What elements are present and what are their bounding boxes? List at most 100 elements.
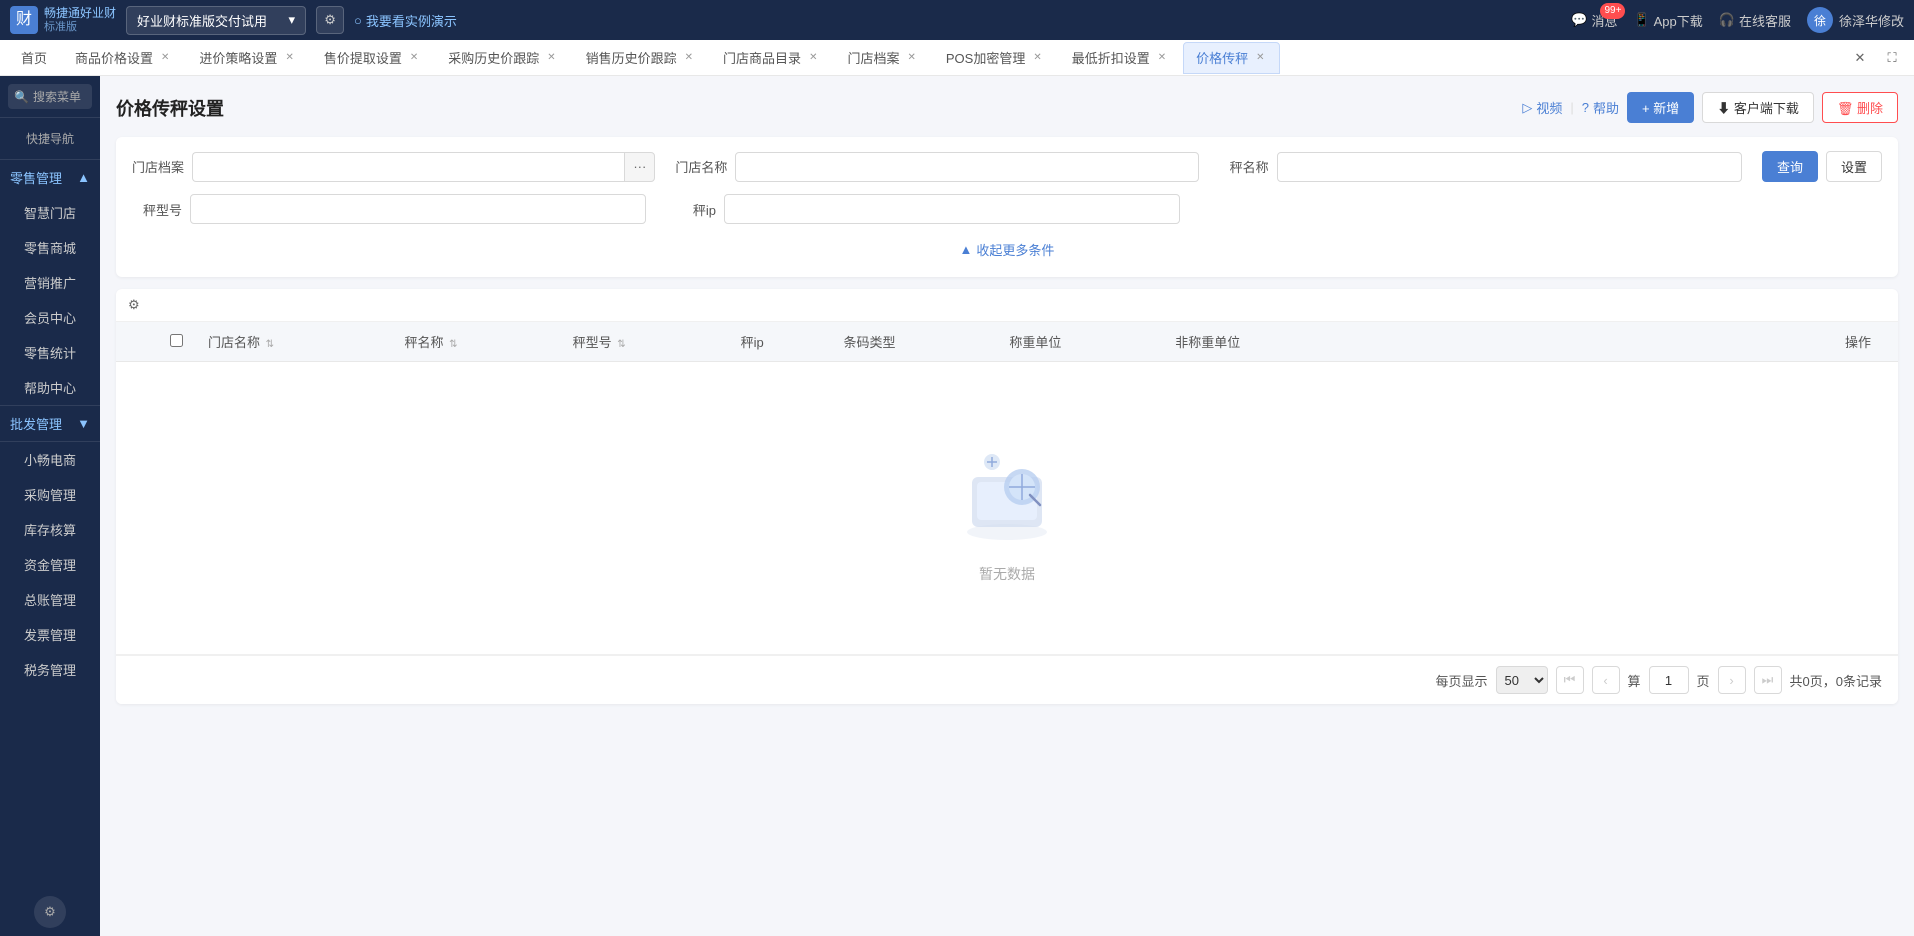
message-button[interactable]: 💬 消息 99+ [1571, 11, 1617, 30]
version-selector[interactable]: 好业财标准版交付试用 ▾ [126, 6, 306, 35]
page-of-label: 页 [1697, 671, 1710, 690]
first-page-button[interactable]: ⏮ [1556, 666, 1584, 694]
scale-model-input[interactable] [190, 194, 646, 224]
tab-purchase-history[interactable]: 采购历史价跟踪 ✕ [435, 42, 570, 74]
download-button[interactable]: ⬇ 客户端下载 [1702, 92, 1814, 123]
sidebar-item-invoice[interactable]: 发票管理 [0, 617, 100, 652]
tab-price-scale[interactable]: 价格传秤 ✕ [1183, 42, 1279, 74]
last-page-button[interactable]: ⏭ [1754, 666, 1782, 694]
select-all-checkbox[interactable] [170, 334, 183, 347]
online-service-button[interactable]: 🎧 在线客服 [1719, 11, 1791, 30]
sidebar-item-smart-store-label: 智慧门店 [24, 203, 76, 222]
filter-row-1: 门店档案 ··· 门店名称 秤名称 [132, 151, 1882, 182]
sidebar-item-quick-nav[interactable]: 快捷导航 [0, 124, 100, 153]
tab-pos-encryption[interactable]: POS加密管理 ✕ [933, 42, 1057, 74]
sidebar-item-retail-mall-label: 零售商城 [24, 238, 76, 257]
app-download-button[interactable]: 📱 App下载 [1633, 11, 1702, 30]
expand-tab-button[interactable]: ⛶ [1878, 44, 1906, 72]
sidebar-item-member[interactable]: 会员中心 [0, 300, 100, 335]
col-scale-name[interactable]: 秤名称 ⇅ [392, 322, 560, 362]
sidebar-item-retail-stats[interactable]: 零售统计 [0, 335, 100, 370]
close-icon[interactable]: ✕ [807, 50, 819, 65]
demo-circle-icon: ○ [354, 13, 362, 28]
download-label: ⬇ 客户端下载 [1717, 98, 1799, 117]
prev-page-button[interactable]: ‹ [1592, 666, 1620, 694]
sidebar-item-smart-store[interactable]: 智慧门店 [0, 195, 100, 230]
help-link[interactable]: ? 帮助 [1582, 98, 1619, 117]
delete-button[interactable]: 🗑 删除 [1822, 92, 1898, 123]
chevron-down-icon: ▼ [77, 416, 90, 431]
close-icon[interactable]: ✕ [159, 50, 171, 65]
store-archive-input[interactable] [192, 152, 624, 182]
tab-sale-history[interactable]: 销售历史价跟踪 ✕ [573, 42, 708, 74]
col-checkbox [156, 322, 196, 362]
close-icon[interactable]: ✕ [1254, 50, 1266, 65]
close-icon[interactable]: ✕ [283, 50, 295, 65]
sidebar-section-wholesale-header[interactable]: 批发管理 ▼ [0, 406, 100, 441]
version-settings-button[interactable]: ⚙ [316, 6, 344, 34]
search-label: 搜索菜单 [33, 88, 81, 105]
scale-ip-input[interactable] [724, 194, 1180, 224]
settings-filter-button[interactable]: 设置 [1826, 151, 1882, 182]
col-store-name[interactable]: 门店名称 ⇅ [196, 322, 392, 362]
sidebar-settings-button[interactable]: ⚙ [34, 896, 66, 928]
col-settings [116, 322, 156, 362]
next-page-button[interactable]: › [1718, 666, 1746, 694]
tab-sale-price-label: 售价提取设置 [324, 48, 402, 67]
tab-sale-price[interactable]: 售价提取设置 ✕ [311, 42, 433, 74]
tab-store-product-catalog[interactable]: 门店商品目录 ✕ [710, 42, 832, 74]
filter-scale-model: 秤型号 [132, 194, 646, 224]
sidebar-item-purchase[interactable]: 采购管理 [0, 477, 100, 512]
store-archive-picker-button[interactable]: ··· [624, 152, 655, 182]
close-icon[interactable]: ✕ [1031, 50, 1043, 65]
store-name-input[interactable] [735, 152, 1198, 182]
tab-purchase-strategy[interactable]: 进价策略设置 ✕ [186, 42, 308, 74]
close-icon[interactable]: ✕ [545, 50, 557, 65]
table-settings-icon[interactable]: ⚙ [128, 297, 140, 313]
ellipsis-icon: ··· [633, 159, 646, 174]
query-button[interactable]: 查询 [1762, 151, 1818, 182]
demo-link[interactable]: ○ 我要看实例演示 [354, 11, 457, 30]
filter-store-name: 门店名称 [675, 152, 1198, 182]
page-number-input[interactable] [1649, 666, 1689, 694]
col-operations-label: 操作 [1845, 335, 1871, 350]
tab-min-discount[interactable]: 最低折扣设置 ✕ [1059, 42, 1181, 74]
tab-product-price[interactable]: 商品价格设置 ✕ [62, 42, 184, 74]
col-scale-model[interactable]: 秤型号 ⇅ [561, 322, 729, 362]
sidebar-item-inventory[interactable]: 库存核算 [0, 512, 100, 547]
filter-scale-ip: 秤ip [666, 194, 1180, 224]
sidebar-item-tax[interactable]: 税务管理 [0, 652, 100, 687]
sidebar-item-marketing[interactable]: 营销推广 [0, 265, 100, 300]
sidebar-item-help[interactable]: 帮助中心 [0, 370, 100, 405]
sidebar-section-retail-header[interactable]: 零售管理 ▲ [0, 160, 100, 195]
sidebar-item-retail-mall[interactable]: 零售商城 [0, 230, 100, 265]
tab-min-discount-label: 最低折扣设置 [1072, 48, 1150, 67]
filter-store-archive: 门店档案 ··· [132, 152, 655, 182]
video-link[interactable]: ▷ 视频 [1522, 98, 1562, 117]
collapse-button[interactable]: ▲ 收起更多条件 [960, 236, 1055, 263]
sidebar-item-finance[interactable]: 资金管理 [0, 547, 100, 582]
close-icon[interactable]: ✕ [683, 50, 695, 65]
add-button[interactable]: + 新增 [1627, 92, 1694, 123]
tab-bar-actions: ✕ ⛶ [1846, 44, 1906, 72]
sidebar-item-ecommerce[interactable]: 小畅电商 [0, 442, 100, 477]
page-size-select[interactable]: 10 20 50 100 [1496, 666, 1548, 694]
sort-icon: ⇅ [266, 339, 274, 350]
sidebar-item-general-ledger[interactable]: 总账管理 [0, 582, 100, 617]
close-icon[interactable]: ✕ [905, 50, 917, 65]
per-page-label: 每页显示 [1435, 671, 1487, 690]
close-icon[interactable]: ✕ [408, 50, 420, 65]
close-tab-button[interactable]: ✕ [1846, 44, 1874, 72]
empty-state: 暂无数据 [128, 372, 1886, 644]
tab-store-product-catalog-label: 门店商品目录 [723, 48, 801, 67]
content-area: 价格传秤设置 ▷ 视频 | ? 帮助 + 新增 ⬇ 客户端下载 🗑 [100, 76, 1914, 936]
top-bar-right: 💬 消息 99+ 📱 App下载 🎧 在线客服 徐 徐泽华修改 [1571, 7, 1904, 33]
tab-home[interactable]: 首页 [8, 42, 60, 74]
close-icon[interactable]: ✕ [1156, 50, 1168, 65]
tab-store-archive[interactable]: 门店档案 ✕ [834, 42, 930, 74]
scale-name-input[interactable] [1277, 152, 1742, 182]
user-info[interactable]: 徐 徐泽华修改 [1807, 7, 1904, 33]
sidebar-item-tax-label: 税务管理 [24, 660, 76, 679]
top-bar: 财 畅捷通好业财 标准版 好业财标准版交付试用 ▾ ⚙ ○ 我要看实例演示 💬 … [0, 0, 1914, 40]
sidebar-search-button[interactable]: 🔍 搜索菜单 [8, 84, 92, 109]
